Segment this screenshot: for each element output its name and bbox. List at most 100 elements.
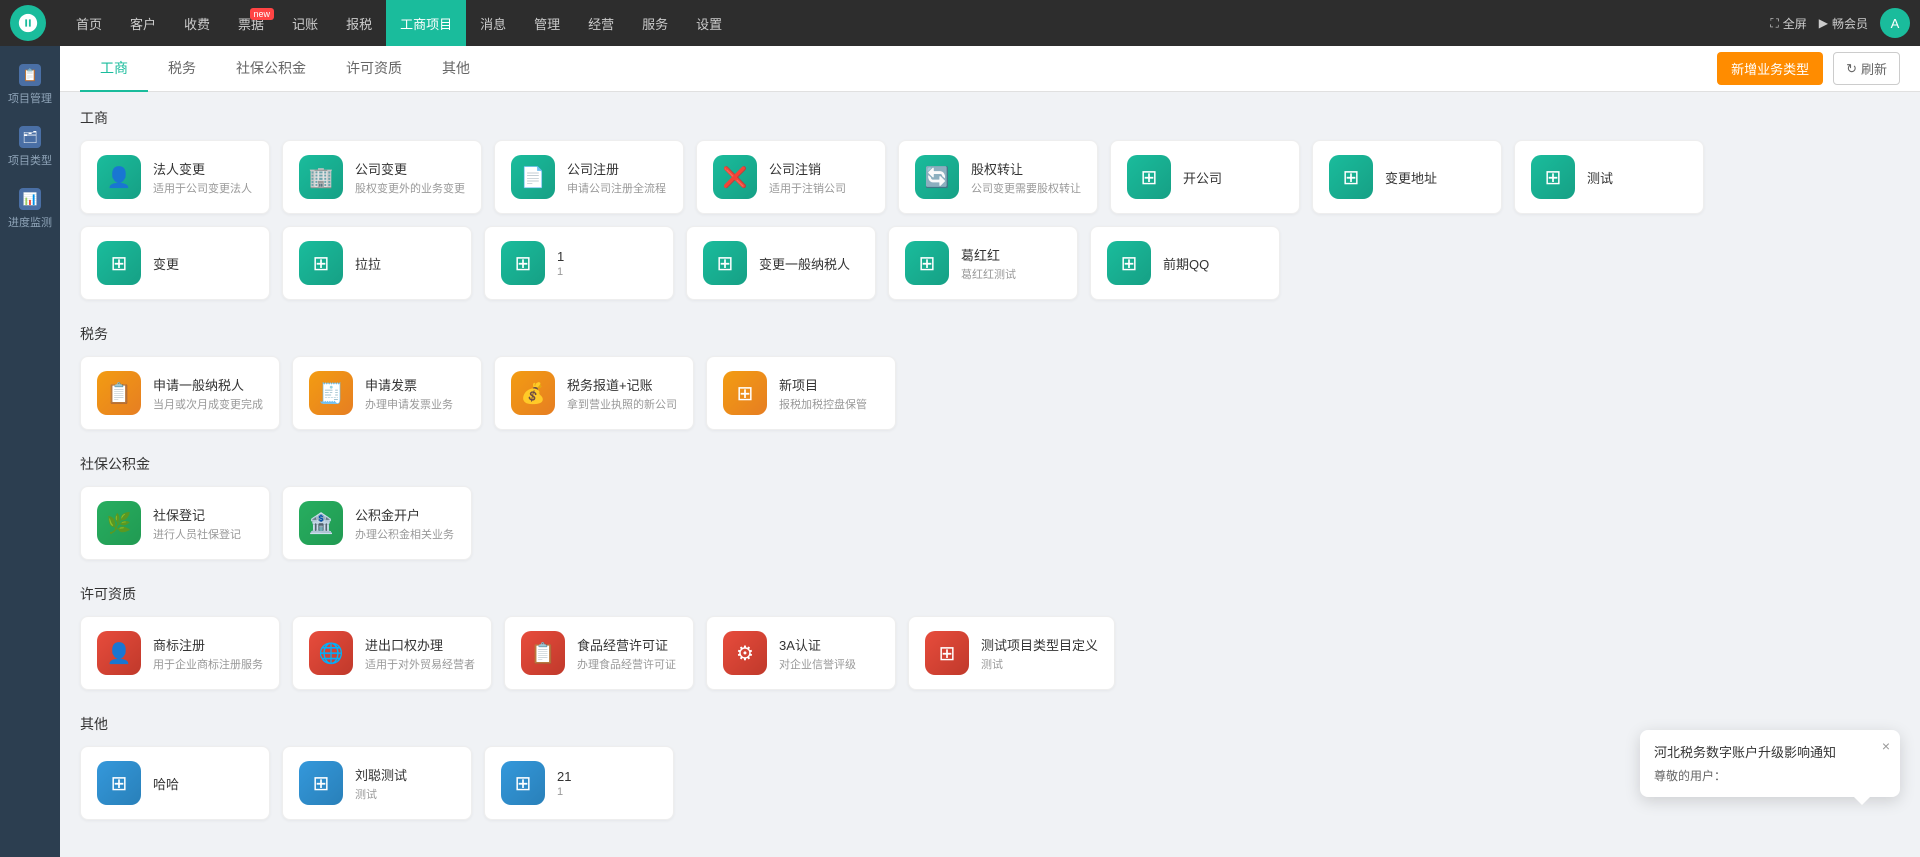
card-icon: ⊞ (97, 241, 141, 285)
business-card[interactable]: 👤商标注册用于企业商标注册服务 (80, 616, 280, 690)
notification-body: 尊敬的用户： (1654, 767, 1886, 785)
sub-tab-社保公积金[interactable]: 社保公积金 (216, 46, 326, 92)
card-info: 法人变更适用于公司变更法人 (153, 159, 253, 196)
member-btn[interactable]: ▶ 畅会员 (1819, 15, 1868, 32)
card-icon: ⊞ (1531, 155, 1575, 199)
card-name: 前期QQ (1163, 254, 1263, 273)
app-logo[interactable] (10, 5, 46, 41)
business-card[interactable]: 🧾申请发票办理申请发票业务 (292, 356, 482, 430)
card-info: 刘聪测试测试 (355, 765, 455, 802)
business-card[interactable]: ⊞变更地址 (1312, 140, 1502, 214)
business-card[interactable]: ⊞变更 (80, 226, 270, 300)
sub-tab-许可资质[interactable]: 许可资质 (326, 46, 422, 92)
business-card[interactable]: ⊞新项目报税加税控盘保管 (706, 356, 896, 430)
nav-item-记账[interactable]: 记账 (278, 0, 332, 46)
card-desc: 股权变更外的业务变更 (355, 180, 465, 196)
nav-item-消息[interactable]: 消息 (466, 0, 520, 46)
nav-item-首页[interactable]: 首页 (62, 0, 116, 46)
sub-tab-其他[interactable]: 其他 (422, 46, 490, 92)
nav-item-票据[interactable]: 票据new (224, 0, 278, 46)
business-card[interactable]: 🏦公积金开户办理公积金相关业务 (282, 486, 472, 560)
section-工商: 工商👤法人变更适用于公司变更法人🏢公司变更股权变更外的业务变更📄公司注册申请公司… (80, 108, 1900, 300)
business-card[interactable]: 💰税务报道+记账拿到营业执照的新公司 (494, 356, 694, 430)
sub-tab-税务[interactable]: 税务 (148, 46, 216, 92)
nav-items: 首页客户收费票据new记账报税工商项目消息管理经营服务设置 (62, 0, 1770, 46)
card-icon: 🏢 (299, 155, 343, 199)
card-name: 公司变更 (355, 159, 465, 178)
card-desc: 适用于注销公司 (769, 180, 869, 196)
nav-item-服务[interactable]: 服务 (628, 0, 682, 46)
card-info: 社保登记进行人员社保登记 (153, 505, 253, 542)
card-info: 食品经营许可证办理食品经营许可证 (577, 635, 677, 672)
business-card[interactable]: ⊞哈哈 (80, 746, 270, 820)
business-card[interactable]: ⊞开公司 (1110, 140, 1300, 214)
card-desc: 当月或次月成变更完成 (153, 396, 263, 412)
sidebar-item-项目管理[interactable]: 📋项目管理 (4, 56, 56, 114)
nav-item-工商项目[interactable]: 工商项目 (386, 0, 466, 46)
business-card[interactable]: 🌿社保登记进行人员社保登记 (80, 486, 270, 560)
business-card[interactable]: 📋申请一般纳税人当月或次月成变更完成 (80, 356, 280, 430)
card-name: 进出口权办理 (365, 635, 475, 654)
sidebar-label: 项目类型 (8, 152, 52, 168)
business-card[interactable]: ❌ 公司注销适用于注销公司 (696, 140, 886, 214)
section-其他: 其他⊞哈哈⊞刘聪测试测试⊞211 (80, 714, 1900, 820)
nav-item-收费[interactable]: 收费 (170, 0, 224, 46)
business-card[interactable]: ⊞测试项目类型目定义测试 (908, 616, 1115, 690)
nav-item-管理[interactable]: 管理 (520, 0, 574, 46)
refresh-button[interactable]: ↻ 刷新 (1833, 52, 1900, 85)
business-card[interactable]: ⊞刘聪测试测试 (282, 746, 472, 820)
nav-item-报税[interactable]: 报税 (332, 0, 386, 46)
sidebar-item-进度监测[interactable]: 📊进度监测 (4, 180, 56, 238)
card-info: 测试 (1587, 168, 1687, 187)
sidebar-icon: 📊 (19, 188, 41, 210)
card-info: 3A认证对企业信誉评级 (779, 635, 879, 672)
card-info: 211 (557, 769, 657, 798)
user-avatar[interactable]: A (1880, 8, 1910, 38)
business-card[interactable]: 🏢 公司变更股权变更外的业务变更 (282, 140, 482, 214)
business-card[interactable]: ⊞拉拉 (282, 226, 472, 300)
nav-item-设置[interactable]: 设置 (682, 0, 736, 46)
card-info: 公司变更股权变更外的业务变更 (355, 159, 465, 196)
card-info: 公司注销适用于注销公司 (769, 159, 869, 196)
business-card[interactable]: 👤法人变更适用于公司变更法人 (80, 140, 270, 214)
card-desc: 公司变更需要股权转让 (971, 180, 1081, 196)
notification-close[interactable]: × (1882, 738, 1890, 754)
card-info: 公积金开户办理公积金相关业务 (355, 505, 455, 542)
card-desc: 1 (557, 266, 657, 278)
business-card[interactable]: 🌐进出口权办理适用于对外贸易经营者 (292, 616, 492, 690)
card-info: 新项目报税加税控盘保管 (779, 375, 879, 412)
card-icon: ⊞ (1329, 155, 1373, 199)
section-许可资质: 许可资质👤商标注册用于企业商标注册服务🌐进出口权办理适用于对外贸易经营者📋食品经… (80, 584, 1900, 690)
card-name: 测试项目类型目定义 (981, 635, 1098, 654)
business-card[interactable]: ⊞葛红红葛红红测试 (888, 226, 1078, 300)
business-card[interactable]: ⊞ 211 (484, 746, 674, 820)
new-type-button[interactable]: 新增业务类型 (1717, 52, 1823, 85)
card-desc: 对企业信誉评级 (779, 656, 879, 672)
card-info: 进出口权办理适用于对外贸易经营者 (365, 635, 475, 672)
card-name: 食品经营许可证 (577, 635, 677, 654)
card-name: 21 (557, 769, 657, 784)
card-name: 公司注销 (769, 159, 869, 178)
fullscreen-btn[interactable]: ⛶ 全屏 (1770, 15, 1806, 32)
card-icon: ❌ (713, 155, 757, 199)
business-card[interactable]: ⚙3A认证对企业信誉评级 (706, 616, 896, 690)
business-card[interactable]: ⊞ 测试 (1514, 140, 1704, 214)
business-card[interactable]: 📄公司注册申请公司注册全流程 (494, 140, 684, 214)
nav-item-客户[interactable]: 客户 (116, 0, 170, 46)
card-info: 葛红红葛红红测试 (961, 245, 1061, 282)
business-card[interactable]: 🔄股权转让公司变更需要股权转让 (898, 140, 1098, 214)
sidebar-item-项目类型[interactable]: 🗂项目类型 (4, 118, 56, 176)
card-info: 变更一般纳税人 (759, 254, 859, 273)
card-icon: 👤 (97, 631, 141, 675)
nav-item-经营[interactable]: 经营 (574, 0, 628, 46)
business-card[interactable]: ⊞前期QQ (1090, 226, 1280, 300)
business-card[interactable]: 📋食品经营许可证办理食品经营许可证 (504, 616, 694, 690)
sub-tab-工商[interactable]: 工商 (80, 46, 148, 92)
card-info: 申请一般纳税人当月或次月成变更完成 (153, 375, 263, 412)
card-name: 申请一般纳税人 (153, 375, 263, 394)
card-grid: 👤法人变更适用于公司变更法人 🏢 公司变更股权变更外的业务变更 📄公司注册申请公司注册… (80, 140, 1900, 300)
business-card[interactable]: ⊞11 (484, 226, 674, 300)
notification-triangle (1854, 797, 1870, 805)
business-card[interactable]: ⊞变更一般纳税人 (686, 226, 876, 300)
card-icon: ⊞ (501, 761, 545, 805)
